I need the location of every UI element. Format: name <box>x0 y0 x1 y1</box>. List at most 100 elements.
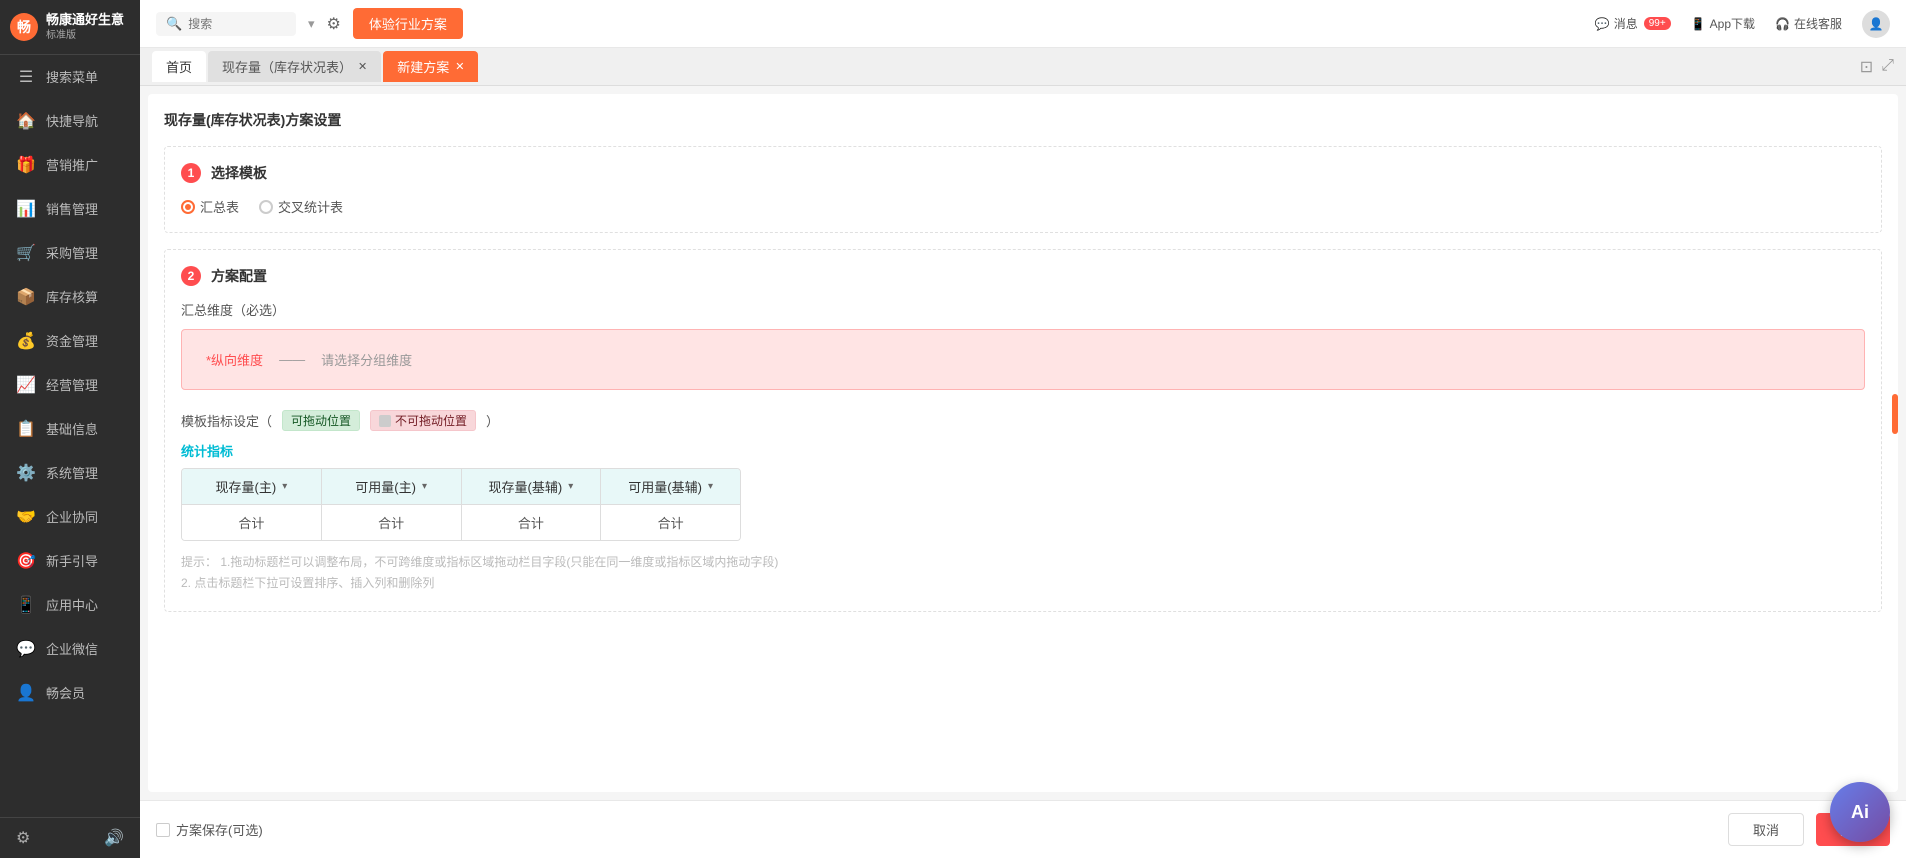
body-cell-2: 合计 <box>462 504 602 540</box>
indicator-suffix: ） <box>486 411 499 430</box>
dropdown-icon[interactable]: ▾ <box>308 16 315 32</box>
gear-icon[interactable]: ⚙ <box>327 14 341 34</box>
scroll-indicator <box>1892 394 1898 434</box>
sidebar-item-label: 畅会员 <box>46 683 85 702</box>
search-input[interactable] <box>188 17 288 31</box>
operations-icon: 📈 <box>16 375 36 395</box>
dimension-arrow: —— <box>279 352 305 367</box>
system-icon: ⚙️ <box>16 463 36 483</box>
tab-maximize-icon[interactable]: ⤢ <box>1881 57 1894 77</box>
chevron-down-icon-0[interactable]: ▾ <box>282 481 287 492</box>
sidebar-item-operations[interactable]: 📈 经营管理 <box>0 363 140 407</box>
sidebar-item-marketing[interactable]: 🎁 营销推广 <box>0 143 140 187</box>
page-title: 现存量(库存状况表)方案设置 <box>164 110 1882 130</box>
message-icon: 💬 <box>1595 17 1610 31</box>
tab-inventory-label: 现存量（库存状况表） <box>222 57 352 76</box>
sidebar-item-label: 库存核算 <box>46 287 98 306</box>
search-box[interactable]: 🔍 <box>156 12 296 36</box>
tab-new-plan-close-icon[interactable]: ✕ <box>455 60 464 73</box>
sidebar-item-basic-info[interactable]: 📋 基础信息 <box>0 407 140 451</box>
experience-button[interactable]: 体验行业方案 <box>353 8 463 39</box>
tab-minimize-icon[interactable]: ⊡ <box>1860 57 1873 77</box>
hint-1: 提示： 1.拖动标题栏可以调整布局，不可跨维度或指标区域拖动栏目字段(只能在同一… <box>181 553 1865 570</box>
sales-icon: 📊 <box>16 199 36 219</box>
indicator-settings-label: 模板指标设定（ 可拖动位置 不可拖动位置 ） <box>181 410 1865 431</box>
radio-cross[interactable] <box>259 200 273 214</box>
save-checkbox[interactable] <box>156 823 170 837</box>
sidebar-item-inventory[interactable]: 📦 库存核算 <box>0 275 140 319</box>
sidebar-nav: ☰ 搜索菜单 🏠 快捷导航 🎁 营销推广 📊 销售管理 🛒 采购管理 📦 库存核… <box>0 55 140 817</box>
chevron-down-icon-1[interactable]: ▾ <box>422 481 427 492</box>
ai-float-button[interactable]: Ai <box>1830 782 1890 842</box>
sidebar-item-label: 搜索菜单 <box>46 67 98 86</box>
sound-icon[interactable]: 🔊 <box>104 828 124 848</box>
user-avatar[interactable]: 👤 <box>1862 10 1890 38</box>
sidebar-item-label: 新手引导 <box>46 551 98 570</box>
header-cell-3[interactable]: 可用量(基辅) ▾ <box>601 469 740 504</box>
sidebar-item-label: 系统管理 <box>46 463 98 482</box>
stats-table-header: 现存量(主) ▾ 可用量(主) ▾ 现存量(基辅) ▾ 可用量(基辅) <box>182 469 740 504</box>
cooperation-icon: 🤝 <box>16 507 36 527</box>
cancel-button[interactable]: 取消 <box>1728 813 1804 846</box>
option-cross-label: 交叉统计表 <box>278 197 343 216</box>
sidebar-item-wechat[interactable]: 💬 企业微信 <box>0 627 140 671</box>
section-config: 2 方案配置 汇总维度（必选） *纵向维度 —— 请选择分组维度 模板指标设定（… <box>164 249 1882 612</box>
member-icon: 👤 <box>16 683 36 703</box>
service-button[interactable]: 🎧 在线客服 <box>1775 15 1842 32</box>
header-label-3: 可用量(基辅) <box>628 477 702 496</box>
purchase-icon: 🛒 <box>16 243 36 263</box>
sidebar-item-label: 企业微信 <box>46 639 98 658</box>
option-summary[interactable]: 汇总表 <box>181 197 239 216</box>
bottom-bar: 方案保存(可选) 取消 查询 <box>140 800 1906 858</box>
sidebar-item-finance[interactable]: 💰 资金管理 <box>0 319 140 363</box>
tab-home-label: 首页 <box>166 57 192 76</box>
sidebar-item-search-menu[interactable]: ☰ 搜索菜单 <box>0 55 140 99</box>
search-menu-icon: ☰ <box>16 67 36 87</box>
radio-summary[interactable] <box>181 200 195 214</box>
logo-icon: 畅 <box>10 13 38 41</box>
sidebar-item-label: 快捷导航 <box>46 111 98 130</box>
main-area: 🔍 ▾ ⚙ 体验行业方案 💬 消息 99+ 📱 App下载 🎧 在线客服 👤 <box>140 0 1906 858</box>
gift-icon: 🎁 <box>16 155 36 175</box>
message-button[interactable]: 💬 消息 99+ <box>1595 15 1671 32</box>
sidebar-item-system[interactable]: ⚙️ 系统管理 <box>0 451 140 495</box>
chevron-down-icon-3[interactable]: ▾ <box>708 481 713 492</box>
tab-new-plan-label: 新建方案 <box>397 57 449 76</box>
section1-num: 1 <box>181 163 201 183</box>
option-cross[interactable]: 交叉统计表 <box>259 197 343 216</box>
chevron-down-icon-2[interactable]: ▾ <box>568 481 573 492</box>
tab-home[interactable]: 首页 <box>152 51 206 82</box>
dimension-box: *纵向维度 —— 请选择分组维度 <box>181 329 1865 390</box>
sidebar-item-member[interactable]: 👤 畅会员 <box>0 671 140 715</box>
section2-num: 2 <box>181 266 201 286</box>
sidebar-item-new-guide[interactable]: 🎯 新手引导 <box>0 539 140 583</box>
header-cell-1[interactable]: 可用量(主) ▾ <box>322 469 462 504</box>
sidebar-item-label: 经营管理 <box>46 375 98 394</box>
sidebar-item-sales[interactable]: 📊 销售管理 <box>0 187 140 231</box>
app-download-button[interactable]: 📱 App下载 <box>1691 15 1755 32</box>
save-option[interactable]: 方案保存(可选) <box>156 820 263 839</box>
tab-inventory-status[interactable]: 现存量（库存状况表） ✕ <box>208 51 381 82</box>
tab-new-plan[interactable]: 新建方案 ✕ <box>383 51 478 82</box>
app-center-icon: 📱 <box>16 595 36 615</box>
sidebar-item-label: 应用中心 <box>46 595 98 614</box>
header-cell-2[interactable]: 现存量(基辅) ▾ <box>462 469 602 504</box>
sidebar-bottom: ⚙ 🔊 <box>0 817 140 858</box>
page-content: 现存量(库存状况表)方案设置 1 选择模板 汇总表 交叉统计表 <box>148 94 1898 792</box>
dimension-required-text: *纵向维度 <box>206 350 263 369</box>
sidebar-item-purchase[interactable]: 🛒 采购管理 <box>0 231 140 275</box>
sidebar-item-quick-nav[interactable]: 🏠 快捷导航 <box>0 99 140 143</box>
settings-icon[interactable]: ⚙ <box>16 828 30 848</box>
tab-inventory-close-icon[interactable]: ✕ <box>358 60 367 73</box>
dimension-placeholder[interactable]: 请选择分组维度 <box>321 350 412 369</box>
body-cell-1: 合计 <box>322 504 462 540</box>
app-edition: 标准版 <box>46 29 124 42</box>
option-summary-label: 汇总表 <box>200 197 239 216</box>
app-name: 畅康通好生意 <box>46 12 124 29</box>
header-cell-0[interactable]: 现存量(主) ▾ <box>182 469 322 504</box>
stats-table-body: 合计 合计 合计 合计 <box>182 504 740 540</box>
sidebar-item-app-center[interactable]: 📱 应用中心 <box>0 583 140 627</box>
sidebar-item-cooperation[interactable]: 🤝 企业协同 <box>0 495 140 539</box>
section2-title: 方案配置 <box>211 266 267 286</box>
header-label-1: 可用量(主) <box>355 477 416 496</box>
